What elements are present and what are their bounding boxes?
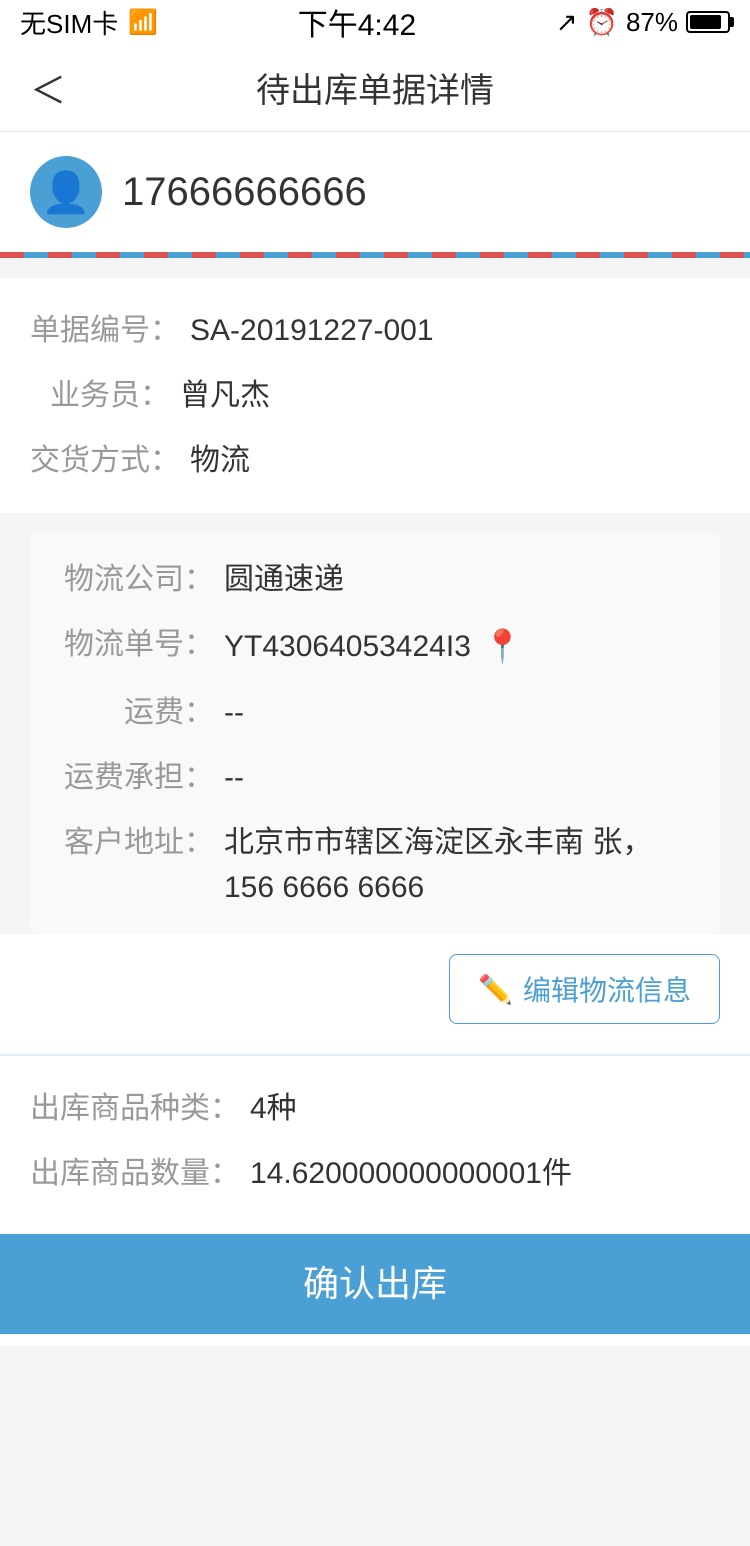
order-no-value: SA-20191227-001 bbox=[190, 308, 720, 353]
tracking-no-label: 物流单号： bbox=[54, 622, 214, 667]
battery-fill bbox=[690, 15, 721, 29]
goods-quantity-value: 14.620000000000001件 bbox=[250, 1151, 720, 1196]
goods-types-row: 出库商品种类： 4种 bbox=[30, 1086, 720, 1131]
delivery-method-value: 物流 bbox=[190, 438, 720, 483]
sales-person-label: 业务员： bbox=[30, 373, 170, 418]
order-info-section: 单据编号： SA-20191227-001 业务员： 曾凡杰 交货方式： 物流 bbox=[0, 278, 750, 513]
order-no-row: 单据编号： SA-20191227-001 bbox=[30, 308, 720, 353]
customer-header: 👤 17666666666 bbox=[0, 132, 750, 252]
logistics-section: 物流公司： 圆通速递 物流单号： YT43064053424I3 📍 运费： -… bbox=[30, 533, 720, 934]
tracking-no-row: 物流单号： YT43064053424I3 📍 bbox=[54, 622, 696, 670]
address-label: 客户地址： bbox=[54, 820, 214, 865]
bottom-spacer bbox=[0, 1346, 750, 1546]
alarm-icon: ⏰ bbox=[586, 7, 618, 38]
status-bar: 无SIM卡 📶 下午4:42 ↗ ⏰ 87% bbox=[0, 0, 750, 44]
tracking-location-icon[interactable]: 📍 bbox=[483, 622, 523, 670]
goods-section: 出库商品种类： 4种 出库商品数量： 14.620000000000001件 bbox=[0, 1056, 750, 1226]
delivery-method-label: 交货方式： bbox=[30, 438, 180, 483]
status-right: ↗ ⏰ 87% bbox=[556, 7, 730, 38]
freight-bearer-value: -- bbox=[224, 755, 696, 800]
location-status-icon: ↗ bbox=[556, 7, 578, 38]
sales-person-value: 曾凡杰 bbox=[180, 373, 720, 418]
battery-icon bbox=[686, 11, 730, 33]
freight-row: 运费： -- bbox=[54, 690, 696, 735]
address-value: 北京市市辖区海淀区永丰南 张，156 6666 6666 bbox=[224, 820, 696, 910]
customer-phone: 17666666666 bbox=[122, 170, 367, 215]
logistics-company-label: 物流公司： bbox=[54, 557, 214, 602]
confirm-btn-wrapper: 确认出库 bbox=[0, 1234, 750, 1334]
goods-quantity-row: 出库商品数量： 14.620000000000001件 bbox=[30, 1151, 720, 1196]
freight-bearer-row: 运费承担： -- bbox=[54, 755, 696, 800]
status-time: 下午4:42 bbox=[298, 0, 416, 44]
goods-quantity-label: 出库商品数量： bbox=[30, 1151, 240, 1196]
confirm-button[interactable]: 确认出库 bbox=[0, 1234, 750, 1334]
sales-person-row: 业务员： 曾凡杰 bbox=[30, 373, 720, 418]
edit-logistics-button[interactable]: ✏️ 编辑物流信息 bbox=[449, 954, 720, 1024]
edit-logistics-wrapper: ✏️ 编辑物流信息 bbox=[0, 934, 750, 1054]
wifi-icon: 📶 bbox=[128, 8, 158, 37]
battery-percent: 87% bbox=[626, 7, 678, 38]
page-title: 待出库单据详情 bbox=[256, 63, 494, 112]
freight-label: 运费： bbox=[54, 690, 214, 735]
freight-bearer-label: 运费承担： bbox=[54, 755, 214, 800]
goods-types-value: 4种 bbox=[250, 1086, 720, 1131]
dashed-divider bbox=[0, 252, 750, 258]
delivery-method-row: 交货方式： 物流 bbox=[30, 438, 720, 483]
goods-types-label: 出库商品种类： bbox=[30, 1086, 240, 1131]
person-icon: 👤 bbox=[41, 169, 91, 216]
edit-logistics-label: 编辑物流信息 bbox=[523, 969, 691, 1009]
tracking-no-value: YT43064053424I3 📍 bbox=[224, 622, 696, 670]
status-left: 无SIM卡 📶 bbox=[20, 4, 158, 41]
order-no-label: 单据编号： bbox=[30, 308, 180, 353]
avatar: 👤 bbox=[30, 156, 102, 228]
tracking-no-text: YT43064053424I3 bbox=[224, 624, 471, 669]
edit-icon: ✏️ bbox=[478, 973, 513, 1006]
address-row: 客户地址： 北京市市辖区海淀区永丰南 张，156 6666 6666 bbox=[54, 820, 696, 910]
freight-value: -- bbox=[224, 690, 696, 735]
back-button[interactable]: ＜ bbox=[30, 62, 66, 114]
carrier-label: 无SIM卡 bbox=[20, 4, 118, 41]
logistics-company-value: 圆通速递 bbox=[224, 557, 696, 602]
nav-bar: ＜ 待出库单据详情 bbox=[0, 44, 750, 132]
logistics-company-row: 物流公司： 圆通速递 bbox=[54, 557, 696, 602]
